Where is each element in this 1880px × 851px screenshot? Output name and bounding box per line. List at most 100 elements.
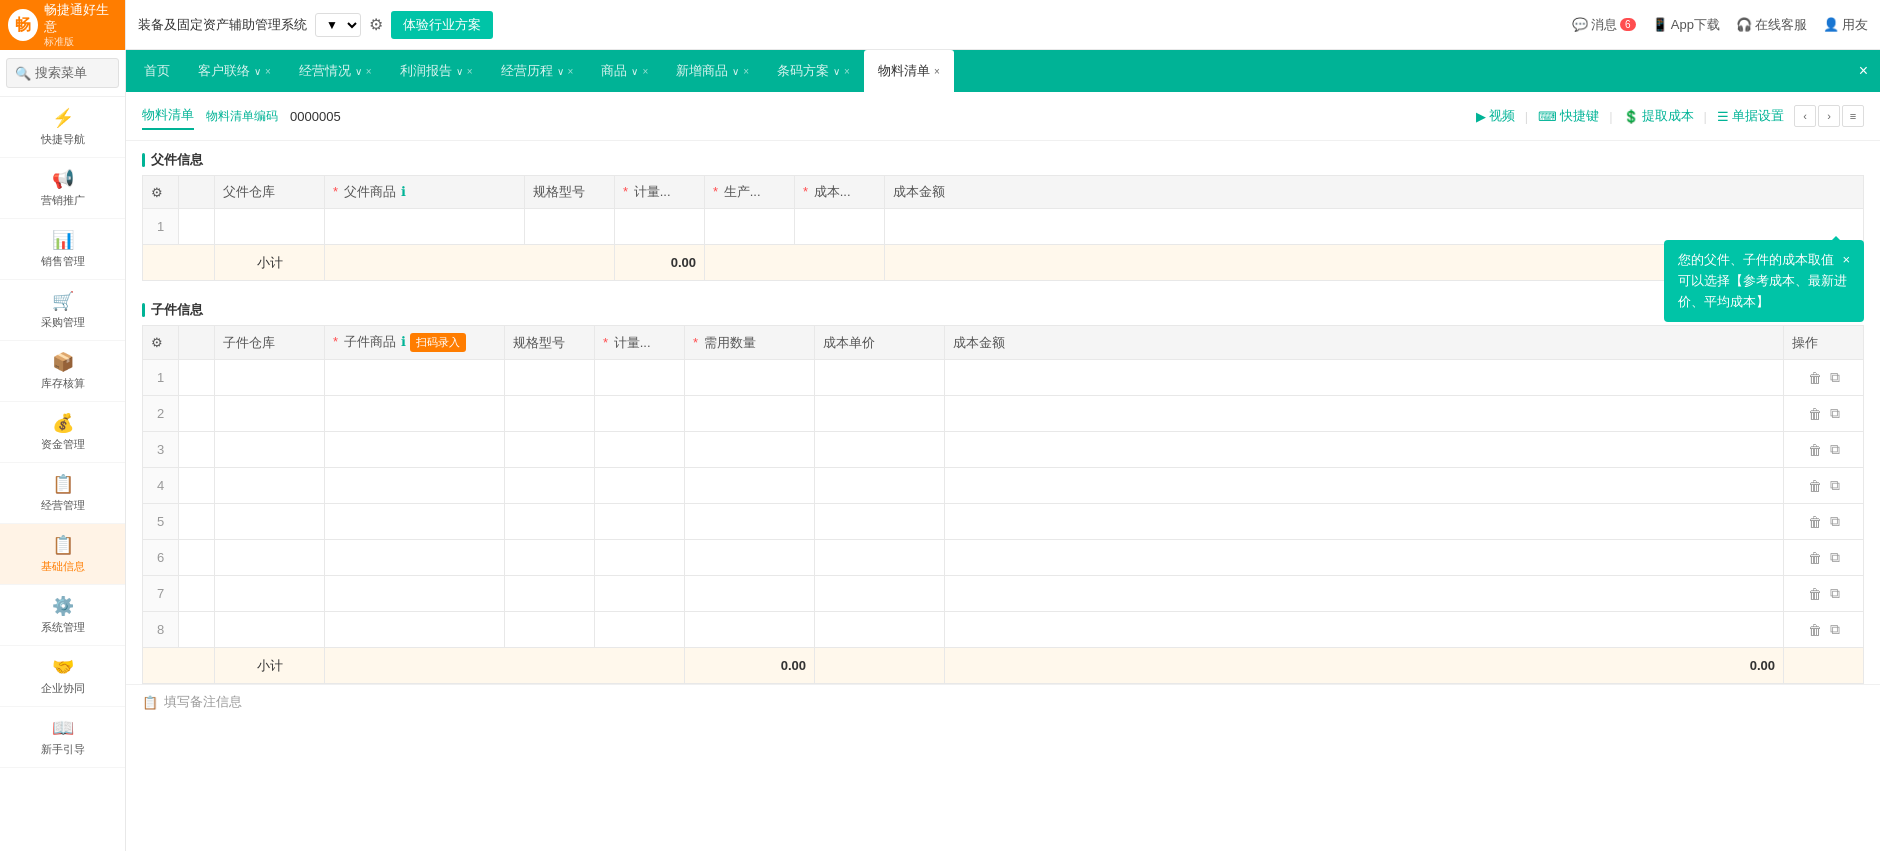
action-view[interactable]: ▶ 视频 [1476,107,1515,125]
settings-gear-icon[interactable]: ⚙ [369,15,383,34]
child-row-8-copy-icon[interactable]: ⧉ [1830,621,1840,638]
child-row-2-qty[interactable] [685,396,815,432]
child-row-7-settings[interactable] [179,576,215,612]
child-row-7-unit-cost[interactable] [815,576,945,612]
child-row-1-amount[interactable] [945,360,1784,396]
child-row-3-qty[interactable] [685,432,815,468]
child-row-5-delete-icon[interactable]: 🗑 [1808,514,1822,530]
child-row-2-copy-icon[interactable]: ⧉ [1830,405,1840,422]
child-row-1-copy-icon[interactable]: ⧉ [1830,369,1840,386]
child-row-7-product[interactable] [325,576,505,612]
parent-row-1-settings[interactable] [179,209,215,245]
tab-profit[interactable]: 利润报告 ∨ × [386,50,487,92]
child-row-5-unit[interactable] [595,504,685,540]
scan-button[interactable]: 扫码录入 [410,333,466,352]
child-row-2-settings[interactable] [179,396,215,432]
child-row-6-qty[interactable] [685,540,815,576]
parent-row-1-cost[interactable] [795,209,885,245]
child-row-1-qty[interactable] [685,360,815,396]
child-row-5-product[interactable] [325,504,505,540]
parent-col-settings[interactable]: ⚙ [143,176,179,209]
search-button[interactable]: 🔍 搜索菜单 [6,58,119,88]
child-row-3-product[interactable] [325,432,505,468]
child-row-4-qty[interactable] [685,468,815,504]
tab-goods[interactable]: 商品 ∨ × [587,50,662,92]
child-row-3-spec[interactable] [505,432,595,468]
child-row-2-amount[interactable] [945,396,1784,432]
system-select[interactable]: ▼ [315,13,361,37]
sidebar-item-basic-info[interactable]: 📋 基础信息 [0,524,125,585]
child-row-1-spec[interactable] [505,360,595,396]
child-row-6-spec[interactable] [505,540,595,576]
child-row-1-product[interactable] [325,360,505,396]
close-all-tabs[interactable]: × [1851,58,1876,84]
tab-history-close[interactable]: × [568,66,574,77]
prev-arrow[interactable]: ‹ [1794,105,1816,127]
child-row-1-delete-icon[interactable]: 🗑 [1808,370,1822,386]
child-row-2-product[interactable] [325,396,505,432]
child-row-3-settings[interactable] [179,432,215,468]
child-row-2-unit-cost[interactable] [815,396,945,432]
child-row-6-unit-cost[interactable] [815,540,945,576]
child-row-6-copy-icon[interactable]: ⧉ [1830,549,1840,566]
sidebar-item-marketing[interactable]: 📢 营销推广 [0,158,125,219]
child-row-5-spec[interactable] [505,504,595,540]
child-row-3-unit-cost[interactable] [815,432,945,468]
next-arrow[interactable]: › [1818,105,1840,127]
child-row-8-qty[interactable] [685,612,815,648]
child-row-5-qty[interactable] [685,504,815,540]
child-row-1-unit-cost[interactable] [815,360,945,396]
child-row-8-warehouse[interactable] [215,612,325,648]
tab-new-goods-close[interactable]: × [743,66,749,77]
tab-customer-close[interactable]: × [265,66,271,77]
child-row-6-delete-icon[interactable]: 🗑 [1808,550,1822,566]
child-row-4-settings[interactable] [179,468,215,504]
child-row-7-unit[interactable] [595,576,685,612]
child-row-7-copy-icon[interactable]: ⧉ [1830,585,1840,602]
child-row-1-warehouse[interactable] [215,360,325,396]
sidebar-item-sales[interactable]: 📊 销售管理 [0,219,125,280]
tab-bom-close[interactable]: × [934,66,940,77]
child-row-4-warehouse[interactable] [215,468,325,504]
message-button[interactable]: 💬 消息 6 [1572,16,1636,34]
child-row-3-unit[interactable] [595,432,685,468]
sidebar-item-cooperation[interactable]: 🤝 企业协同 [0,646,125,707]
sidebar-search[interactable]: 🔍 搜索菜单 [0,50,125,97]
parent-row-1-product[interactable] [325,209,525,245]
child-row-4-delete-icon[interactable]: 🗑 [1808,478,1822,494]
tooltip-close-button[interactable]: × [1842,250,1850,271]
child-row-8-spec[interactable] [505,612,595,648]
child-row-4-product[interactable] [325,468,505,504]
tab-customer[interactable]: 客户联络 ∨ × [184,50,285,92]
child-col-settings[interactable]: ⚙ [143,326,179,360]
child-row-6-product[interactable] [325,540,505,576]
tab-operations-close[interactable]: × [366,66,372,77]
child-row-7-delete-icon[interactable]: 🗑 [1808,586,1822,602]
tab-new-goods[interactable]: 新增商品 ∨ × [662,50,763,92]
app-download-button[interactable]: 📱 App下载 [1652,16,1720,34]
tab-barcode-close[interactable]: × [844,66,850,77]
page-tab-list[interactable]: 物料清单 [142,102,194,130]
child-row-3-copy-icon[interactable]: ⧉ [1830,441,1840,458]
tab-history[interactable]: 经营历程 ∨ × [487,50,588,92]
online-service-button[interactable]: 🎧 在线客服 [1736,16,1807,34]
child-row-7-qty[interactable] [685,576,815,612]
tab-bom[interactable]: 物料清单 × [864,50,954,92]
child-row-7-spec[interactable] [505,576,595,612]
sidebar-item-system[interactable]: ⚙️ 系统管理 [0,585,125,646]
child-row-5-settings[interactable] [179,504,215,540]
child-row-5-warehouse[interactable] [215,504,325,540]
child-row-4-amount[interactable] [945,468,1784,504]
sidebar-item-purchase[interactable]: 🛒 采购管理 [0,280,125,341]
parent-row-1-warehouse[interactable] [215,209,325,245]
parent-row-1-production[interactable] [705,209,795,245]
child-row-8-unit-cost[interactable] [815,612,945,648]
sidebar-item-quick-nav[interactable]: ⚡ 快捷导航 [0,97,125,158]
child-row-2-delete-icon[interactable]: 🗑 [1808,406,1822,422]
child-row-5-amount[interactable] [945,504,1784,540]
sidebar-item-inventory[interactable]: 📦 库存核算 [0,341,125,402]
child-row-2-spec[interactable] [505,396,595,432]
tab-barcode[interactable]: 条码方案 ∨ × [763,50,864,92]
action-shortcut[interactable]: ⌨ 快捷键 [1538,107,1599,125]
child-row-1-settings[interactable] [179,360,215,396]
